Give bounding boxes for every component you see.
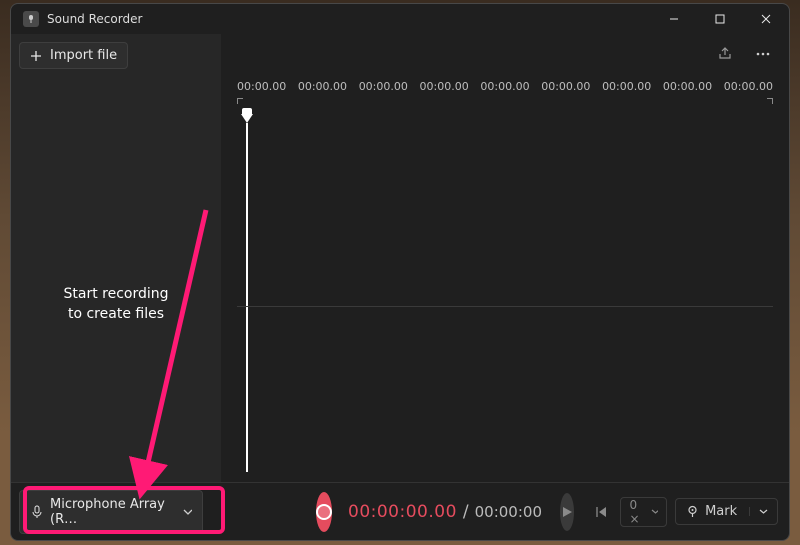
tick-label: 00:00.00: [420, 80, 469, 93]
import-file-label: Import file: [50, 48, 117, 63]
playback-speed-button[interactable]: 0 ×: [620, 497, 667, 527]
window-controls: [651, 4, 789, 34]
tick-label: 00:00.00: [602, 80, 651, 93]
skip-back-button[interactable]: [588, 497, 614, 527]
playhead-line: [246, 123, 248, 472]
mark-button[interactable]: Mark: [675, 498, 778, 525]
play-button[interactable]: [560, 493, 574, 531]
mark-label: Mark: [705, 504, 737, 519]
tick-label: 00:00.00: [724, 80, 773, 93]
main-panel: 00:00.00 00:00.00 00:00.00 00:00.00 00:0…: [221, 34, 789, 482]
tick-label: 00:00.00: [541, 80, 590, 93]
time-separator: /: [463, 502, 469, 522]
tick-label: 00:00.00: [298, 80, 347, 93]
microphone-label: Microphone Array (R…: [50, 497, 175, 527]
microphone-dropdown[interactable]: Microphone Array (R…: [19, 490, 203, 534]
tick-label: 00:00.00: [663, 80, 712, 93]
play-icon: [560, 505, 574, 519]
app-window: Sound Recorder Import file Start recordi…: [10, 3, 790, 541]
mark-dropdown-button[interactable]: [749, 507, 773, 516]
elapsed-time: 00:00:00.00: [348, 502, 457, 522]
playhead[interactable]: [241, 114, 253, 472]
plus-icon: [30, 50, 42, 62]
time-display: 00:00:00.00 / 00:00:00: [348, 502, 542, 522]
waveform-baseline: [237, 306, 773, 307]
record-icon: [316, 504, 332, 520]
total-time: 00:00:00: [475, 503, 542, 521]
empty-state-message: Start recording to create files: [19, 284, 213, 325]
bottom-bar: Microphone Array (R… 00:00:00.00 / 00:00…: [11, 482, 789, 540]
ruler-brackets: [237, 98, 773, 110]
empty-line-2: to create files: [19, 304, 213, 324]
playhead-handle-icon[interactable]: [241, 114, 253, 123]
playback-speed-label: 0 ×: [629, 498, 646, 526]
skip-back-icon: [594, 505, 608, 519]
tick-label: 00:00.00: [480, 80, 529, 93]
tick-label: 00:00.00: [237, 80, 286, 93]
chevron-down-icon: [651, 507, 658, 516]
close-button[interactable]: [743, 4, 789, 34]
import-file-button[interactable]: Import file: [19, 42, 128, 69]
timeline-ruler: 00:00.00 00:00.00 00:00.00 00:00.00 00:0…: [237, 80, 773, 93]
marker-icon: [686, 505, 699, 518]
empty-line-1: Start recording: [19, 284, 213, 304]
timeline[interactable]: 00:00.00 00:00.00 00:00.00 00:00.00 00:0…: [221, 34, 789, 482]
tick-label: 00:00.00: [359, 80, 408, 93]
sidebar: Import file Start recording to create fi…: [11, 34, 221, 482]
app-title: Sound Recorder: [47, 12, 142, 26]
title-bar[interactable]: Sound Recorder: [11, 4, 789, 34]
chevron-down-icon: [183, 507, 192, 517]
chevron-down-icon: [759, 507, 768, 516]
secondary-controls: 0 ×: [588, 497, 667, 527]
microphone-icon: [30, 505, 42, 519]
record-button[interactable]: [316, 492, 332, 532]
minimize-button[interactable]: [651, 4, 697, 34]
maximize-button[interactable]: [697, 4, 743, 34]
app-icon: [23, 11, 39, 27]
